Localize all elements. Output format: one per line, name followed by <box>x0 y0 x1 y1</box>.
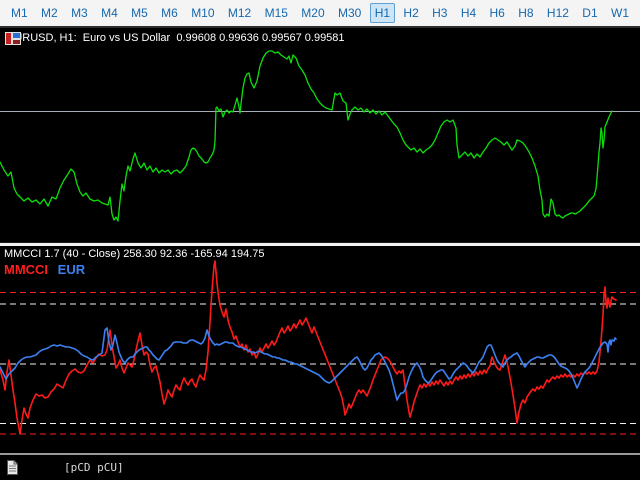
timeframe-button-m20[interactable]: M20 <box>296 3 329 23</box>
document-icon <box>7 460 18 475</box>
status-bar: [pCD pCU] <box>0 455 640 480</box>
timeframe-button-h3[interactable]: H3 <box>427 3 452 23</box>
legend-eur-label: EUR <box>57 262 86 277</box>
timeframe-button-h1[interactable]: H1 <box>369 3 396 23</box>
indicator-title: MMCCI 1.7 (40 - Close) 258.30 92.36 -165… <box>4 248 265 260</box>
indicator-chart-svg[interactable] <box>0 246 640 453</box>
timeframe-button-m1[interactable]: M1 <box>6 3 33 23</box>
timeframe-button-m30[interactable]: M30 <box>333 3 366 23</box>
price-chart-svg[interactable] <box>0 48 640 242</box>
chart-window-icon <box>5 31 21 45</box>
timeframe-button-h4[interactable]: H4 <box>456 3 481 23</box>
timeframe-button-m3[interactable]: M3 <box>66 3 93 23</box>
timeframe-button-h6[interactable]: H6 <box>485 3 510 23</box>
timeframe-button-d1[interactable]: D1 <box>577 3 602 23</box>
status-text: [pCD pCU] <box>64 461 124 474</box>
series-line-eurusd <box>0 50 613 222</box>
chart-title-text: EURUSD, H1: Euro vs US Dollar 0.99608 0.… <box>7 32 345 44</box>
timeframe-button-m5[interactable]: M5 <box>126 3 153 23</box>
timeframe-button-m2[interactable]: M2 <box>36 3 63 23</box>
timeframe-button-w1[interactable]: W1 <box>606 3 634 23</box>
timeframe-button-m12[interactable]: M12 <box>223 3 256 23</box>
trading-terminal-window: M1 M2 M3 M4 M5 M6 M10 M12 M15 M20 M30 H1 H2 H3 H4 H6 H8 H… <box>0 0 640 480</box>
legend-mmcci-label: MMCCI <box>4 262 49 277</box>
timeframe-button-m4[interactable]: M4 <box>96 3 123 23</box>
timeframe-button-h12[interactable]: H12 <box>542 3 574 23</box>
timeframe-button-m10[interactable]: M10 <box>186 3 219 23</box>
chart-title-bar: EURUSD, H1: Euro vs US Dollar 0.99608 0.… <box>0 28 640 48</box>
timeframe-toolbar: M1 M2 M3 M4 M5 M6 M10 M12 M15 M20 M30 H1 H2 H3 H4 H6 H8 H… <box>0 0 640 28</box>
series-line-mmcci <box>0 260 617 435</box>
timeframe-button-h8[interactable]: H8 <box>513 3 538 23</box>
timeframe-button-h2[interactable]: H2 <box>398 3 423 23</box>
timeframe-button-m15[interactable]: M15 <box>260 3 293 23</box>
indicator-legend: MMCCI EUR <box>4 262 85 277</box>
timeframe-button-m6[interactable]: M6 <box>156 3 183 23</box>
